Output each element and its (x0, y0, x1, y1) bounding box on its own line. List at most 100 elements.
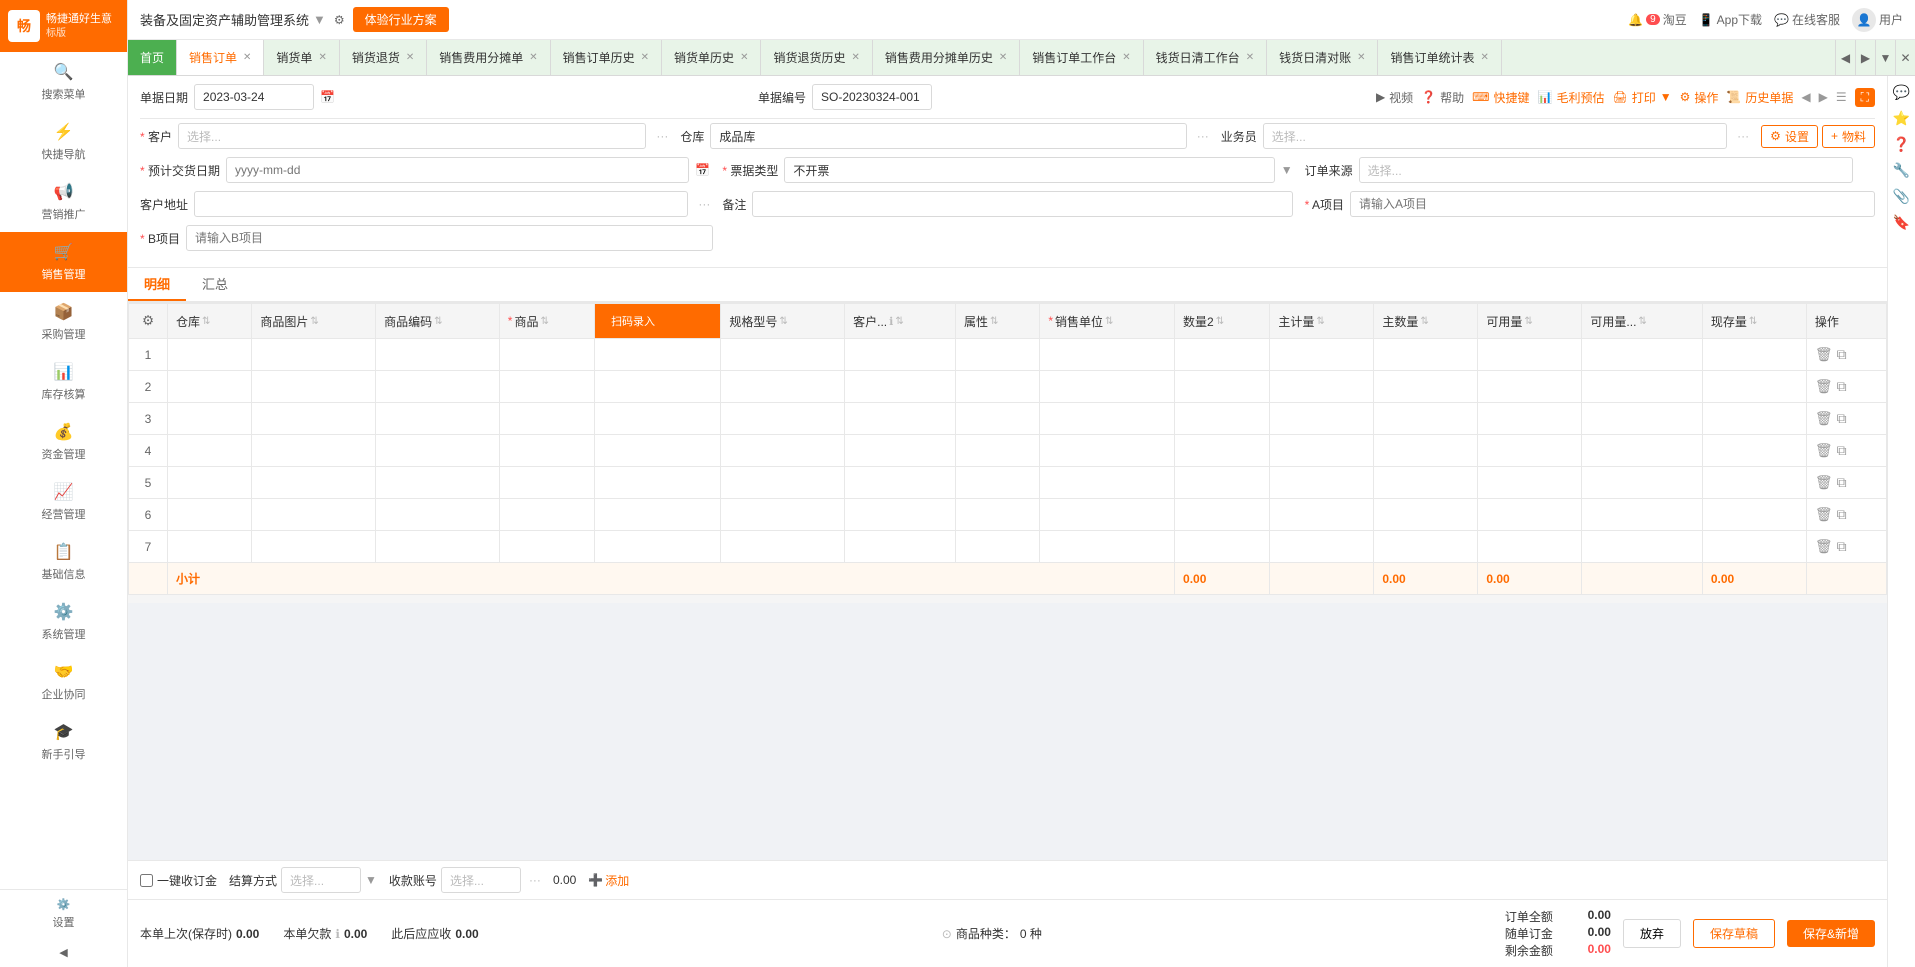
row-4-available[interactable] (1478, 435, 1582, 467)
row-1-attr[interactable] (956, 339, 1040, 371)
tab-reconciliation[interactable]: 钱货日清对账 ✕ (1267, 40, 1378, 76)
one-click-check[interactable] (140, 874, 153, 887)
row-1-unit[interactable] (1040, 339, 1175, 371)
row-5-code[interactable] (376, 467, 500, 499)
row-5-qty2[interactable] (1175, 467, 1270, 499)
settings-btn[interactable]: ⚙ 设置 (1761, 125, 1818, 148)
rp-icon-3[interactable]: ❓ (1890, 132, 1914, 156)
row-7-unit[interactable] (1040, 531, 1175, 563)
row-3-qty2[interactable] (1175, 403, 1270, 435)
row-7-product[interactable] (499, 531, 594, 563)
print-btn[interactable]: 🖨 打印 ▼ (1612, 89, 1671, 106)
row-4-customer[interactable] (845, 435, 956, 467)
row-1-available2[interactable] (1582, 339, 1702, 371)
save-draft-button[interactable]: 保存草稿 (1693, 919, 1775, 948)
row-2-available2[interactable] (1582, 371, 1702, 403)
row-3-main-unit[interactable] (1270, 403, 1374, 435)
tab-close-sales-history[interactable]: ✕ (740, 52, 748, 63)
row-2-image[interactable] (252, 371, 376, 403)
sidebar-item-guide[interactable]: 🎓 新手引导 (0, 712, 127, 772)
sidebar-item-finance[interactable]: 💰 资金管理 (0, 412, 127, 472)
row-7-qty2[interactable] (1175, 531, 1270, 563)
row-6-attr[interactable] (956, 499, 1040, 531)
scan-btn[interactable]: 扫码录入 (603, 311, 663, 331)
row-6-customer[interactable] (845, 499, 956, 531)
row-7-current[interactable] (1702, 531, 1806, 563)
row-3-product[interactable] (499, 403, 594, 435)
tab-close-return[interactable]: ✕ (406, 52, 414, 63)
tab-close-stats[interactable]: ✕ (1481, 52, 1489, 63)
sidebar-item-marketing[interactable]: 📢 营销推广 (0, 172, 127, 232)
tab-stats[interactable]: 销售订单统计表 ✕ (1378, 40, 1501, 76)
col-setting-btn[interactable]: ⚙ (137, 310, 159, 332)
tab-prev[interactable]: ◀ (1835, 40, 1855, 76)
account-select[interactable]: 选择... (441, 867, 521, 893)
th-warehouse[interactable]: 仓库⇅ (168, 304, 252, 339)
row-7-spec[interactable] (721, 531, 845, 563)
th-unit[interactable]: *销售单位⇅ (1040, 304, 1175, 339)
row-7-scan[interactable] (595, 531, 721, 563)
row-5-spec[interactable] (721, 467, 845, 499)
row-2-delete[interactable]: 🗑 (1815, 378, 1833, 395)
rp-icon-6[interactable]: 🔖 (1890, 210, 1914, 234)
sidebar-item-enterprise[interactable]: 🤝 企业协同 (0, 652, 127, 712)
sidebar-item-system[interactable]: ⚙️ 系统管理 (0, 592, 127, 652)
rp-icon-5[interactable]: 📎 (1890, 184, 1914, 208)
account-dots[interactable]: ··· (529, 873, 541, 887)
row-5-available2[interactable] (1582, 467, 1702, 499)
row-7-warehouse[interactable] (168, 531, 252, 563)
online-service[interactable]: 💬 在线客服 (1774, 11, 1840, 28)
row-3-code[interactable] (376, 403, 500, 435)
row-4-attr[interactable] (956, 435, 1040, 467)
tab-close-return-history[interactable]: ✕ (851, 52, 859, 63)
row-4-delete[interactable]: 🗑 (1815, 442, 1833, 459)
tab-next[interactable]: ▶ (1855, 40, 1875, 76)
row-2-qty2[interactable] (1175, 371, 1270, 403)
row-1-spec[interactable] (721, 339, 845, 371)
tab-close-expense-history[interactable]: ✕ (999, 52, 1007, 63)
a-project-input[interactable] (1350, 191, 1875, 217)
sidebar-settings[interactable]: ⚙️ 设置 (0, 890, 127, 938)
row-4-main-qty[interactable] (1374, 435, 1478, 467)
row-5-customer[interactable] (845, 467, 956, 499)
row-4-product[interactable] (499, 435, 594, 467)
history-btn[interactable]: 📜 历史单据 (1726, 89, 1793, 106)
tab-close-expense[interactable]: ✕ (529, 52, 537, 63)
customer-dots[interactable]: ··· (656, 129, 668, 143)
app-download[interactable]: 📱 App下载 (1699, 11, 1762, 28)
row-6-spec[interactable] (721, 499, 845, 531)
row-6-code[interactable] (376, 499, 500, 531)
add-col-btn[interactable]: + 物料 (1822, 125, 1875, 148)
page-prev[interactable]: ◀ (1801, 90, 1810, 104)
row-3-main-qty[interactable] (1374, 403, 1478, 435)
row-1-scan[interactable] (595, 339, 721, 371)
staff-input[interactable]: 选择... (1263, 123, 1727, 149)
row-4-current[interactable] (1702, 435, 1806, 467)
tab-close-sales[interactable]: ✕ (318, 52, 326, 63)
th-main-unit[interactable]: 主计量⇅ (1270, 304, 1374, 339)
shortcut-btn[interactable]: ⌨ 快捷键 (1472, 89, 1529, 106)
fullscreen-toggle[interactable]: ⛶ (1855, 88, 1875, 107)
row-5-warehouse[interactable] (168, 467, 252, 499)
gear-icon[interactable]: ⚙ (334, 13, 345, 27)
tab-order-history[interactable]: 销售订单历史 ✕ (551, 40, 662, 76)
date-value[interactable]: 2023-03-24 (194, 84, 314, 110)
rp-icon-1[interactable]: 💬 (1890, 80, 1914, 104)
calendar-icon[interactable]: 📅 (320, 90, 335, 104)
row-1-product[interactable] (499, 339, 594, 371)
row-6-current[interactable] (1702, 499, 1806, 531)
warehouse-dots[interactable]: ··· (1197, 129, 1209, 143)
row-1-main-unit[interactable] (1270, 339, 1374, 371)
add-payment-btn[interactable]: ➕ 添加 (588, 872, 629, 889)
row-2-available[interactable] (1478, 371, 1582, 403)
tab-close-cash-workbench[interactable]: ✕ (1246, 52, 1254, 63)
tab-close-order-history[interactable]: ✕ (641, 52, 649, 63)
row-5-main-unit[interactable] (1270, 467, 1374, 499)
tab-sales-history[interactable]: 销货单历史 ✕ (662, 40, 761, 76)
th-spec[interactable]: 规格型号⇅ (721, 304, 845, 339)
row-2-warehouse[interactable] (168, 371, 252, 403)
row-2-main-unit[interactable] (1270, 371, 1374, 403)
rp-icon-4[interactable]: 🔧 (1890, 158, 1914, 182)
save-new-button[interactable]: 保存&新增 (1787, 920, 1875, 947)
row-7-available[interactable] (1478, 531, 1582, 563)
